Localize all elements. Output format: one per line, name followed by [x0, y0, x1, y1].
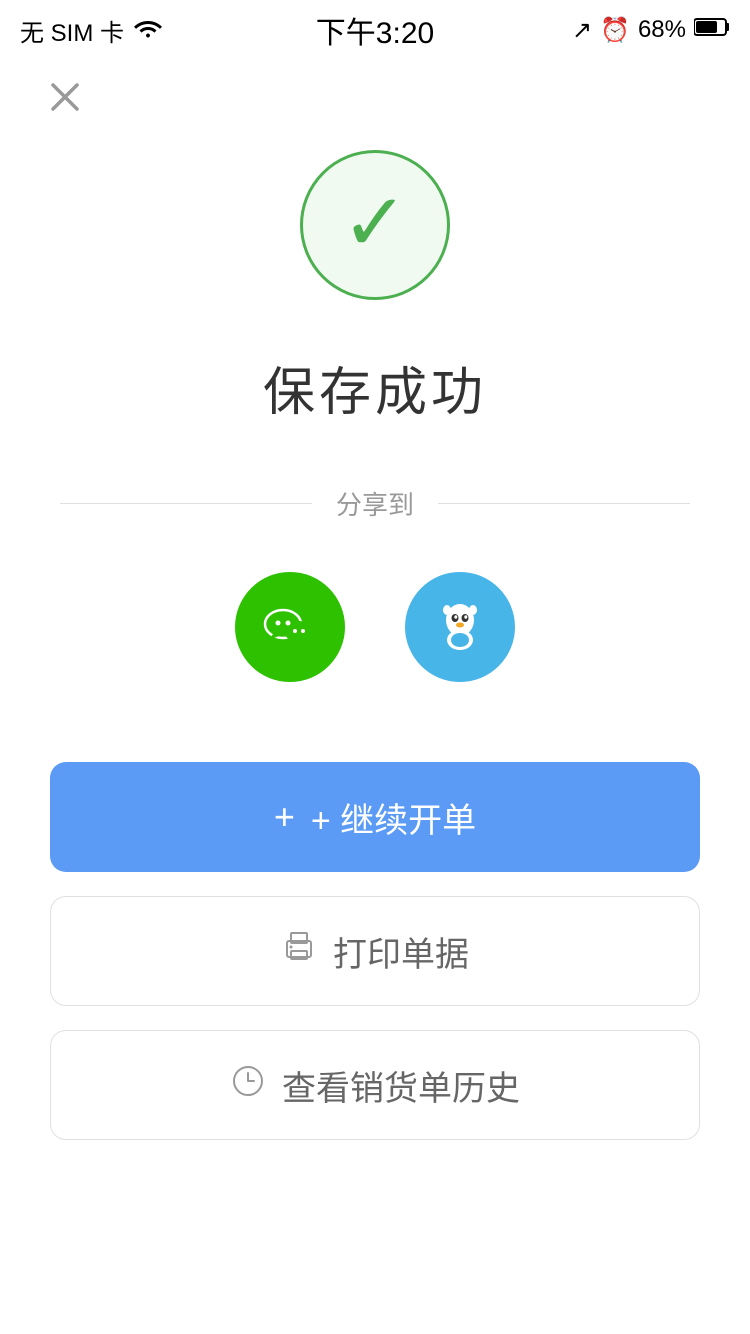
print-button[interactable]: 打印单据: [50, 896, 700, 1006]
print-icon: [281, 929, 317, 974]
history-icon: [230, 1063, 266, 1108]
status-bar: 无 SIM 卡 下午3:20 ↗ ⏰ 68%: [0, 0, 750, 60]
share-divider: 分享到: [0, 485, 750, 522]
close-button[interactable]: [40, 72, 90, 122]
success-title: 保存成功: [263, 350, 487, 425]
checkmark-icon: ✓: [341, 183, 408, 263]
main-content: ✓ 保存成功 分享到: [0, 60, 750, 1140]
qq-share-button[interactable]: [405, 572, 515, 682]
battery-label: 68%: [638, 16, 686, 44]
history-button[interactable]: 查看销货单历史: [50, 1030, 700, 1140]
status-time: 下午3:20: [316, 8, 434, 52]
no-sim-label: 无 SIM 卡: [20, 13, 124, 48]
continue-label: + 继续开单: [311, 793, 476, 842]
print-label: 打印单据: [333, 927, 469, 976]
divider-line-left: [60, 503, 312, 504]
continue-button[interactable]: + + 继续开单: [50, 762, 700, 872]
wifi-icon: [134, 16, 162, 45]
battery-icon: [694, 16, 730, 44]
alarm-icon: ⏰: [600, 16, 630, 45]
action-buttons: + + 继续开单 打印单据 查看销货单历史: [0, 762, 750, 1140]
plus-icon: +: [274, 796, 295, 838]
share-icons: [235, 572, 515, 682]
status-right: ↗ ⏰ 68%: [572, 16, 730, 45]
wechat-share-button[interactable]: [235, 572, 345, 682]
success-circle: ✓: [300, 150, 450, 300]
qq-icon: [429, 596, 491, 658]
wechat-icon: [259, 596, 321, 658]
divider-line-right: [438, 503, 690, 504]
history-label: 查看销货单历史: [282, 1061, 520, 1110]
share-label: 分享到: [312, 485, 438, 522]
location-icon: ↗: [572, 16, 592, 45]
status-left: 无 SIM 卡: [20, 13, 162, 48]
